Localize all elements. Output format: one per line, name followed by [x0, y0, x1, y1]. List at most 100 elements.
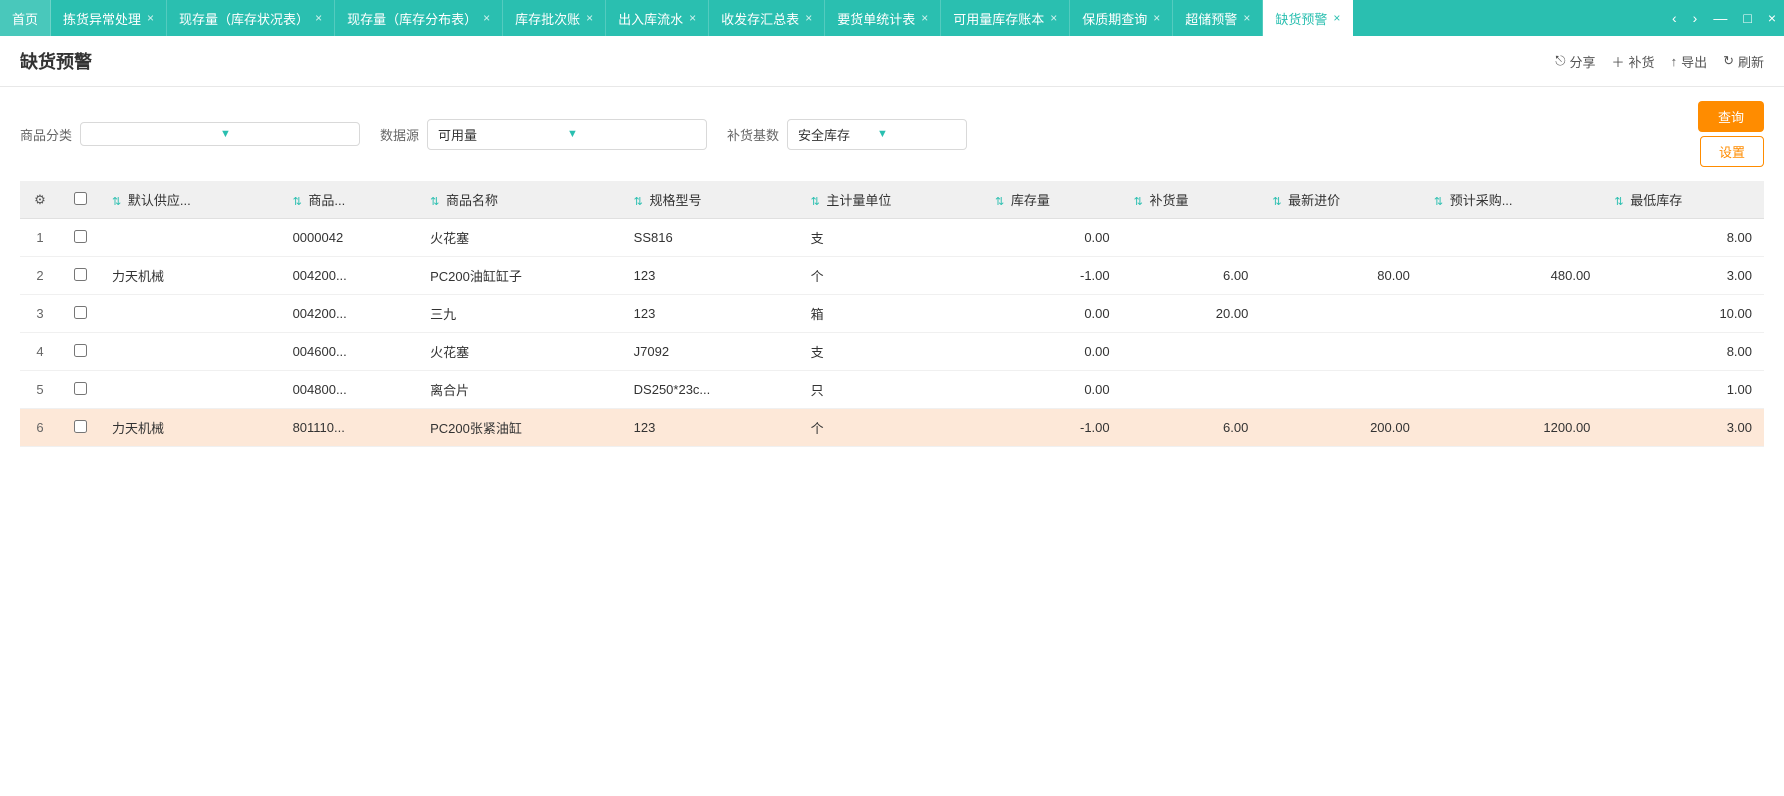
th-min-stock[interactable]: ⇅ 最低库存 — [1602, 181, 1764, 219]
th-latest-price[interactable]: ⇅ 最新进价 — [1260, 181, 1422, 219]
tab-chaochuyujing[interactable]: 超储预警 × — [1173, 0, 1263, 36]
row-unit: 箱 — [799, 295, 983, 333]
main-content: 缺货预警 ⎋ 分享 ＋ 补货 ↑ 导出 ↻ 刷新 商品分类 — [0, 36, 1784, 796]
tab-close-6[interactable]: × — [805, 11, 812, 25]
tab-close-8[interactable]: × — [1050, 11, 1057, 25]
row-stock: -1.00 — [983, 409, 1122, 447]
row-min-stock: 8.00 — [1602, 333, 1764, 371]
sort-code-icon: ⇅ — [293, 196, 302, 208]
row-checkbox[interactable] — [74, 382, 87, 395]
tab-nav-controls: ‹ › — □ × — [1664, 0, 1784, 36]
tab-keyongliang[interactable]: 可用量库存账本 × — [941, 0, 1070, 36]
row-unit: 个 — [799, 257, 983, 295]
tab-close-2[interactable]: × — [315, 11, 322, 25]
row-spec: DS250*23c... — [622, 371, 799, 409]
row-checkbox[interactable] — [74, 420, 87, 433]
row-product-name: 离合片 — [418, 371, 622, 409]
tab-churuku[interactable]: 出入库流水 × — [606, 0, 709, 36]
tab-minimize-btn[interactable]: — — [1705, 0, 1735, 36]
row-checkbox-cell[interactable] — [60, 257, 100, 295]
row-unit: 只 — [799, 371, 983, 409]
query-button[interactable]: 查询 — [1698, 101, 1764, 132]
row-number: 2 — [20, 257, 60, 295]
row-est-purchase — [1422, 295, 1603, 333]
th-stock[interactable]: ⇅ 库存量 — [983, 181, 1122, 219]
refresh-action[interactable]: ↻ 刷新 — [1723, 52, 1764, 71]
row-replenish — [1122, 371, 1261, 409]
replenish-action[interactable]: ＋ 补货 — [1612, 52, 1655, 71]
row-unit: 个 — [799, 409, 983, 447]
share-action[interactable]: ⎋ 分享 — [1555, 52, 1595, 71]
th-spec[interactable]: ⇅ 规格型号 — [622, 181, 799, 219]
tab-close-10[interactable]: × — [1243, 11, 1250, 25]
row-checkbox[interactable] — [74, 306, 87, 319]
sort-supplier-icon: ⇅ — [112, 196, 121, 208]
row-stock: -1.00 — [983, 257, 1122, 295]
row-stock: 0.00 — [983, 371, 1122, 409]
th-supplier[interactable]: ⇅ 默认供应... — [100, 181, 281, 219]
table-row: 4 004600... 火花塞 J7092 支 0.00 8.00 — [20, 333, 1764, 371]
replenish-icon: ＋ — [1612, 52, 1625, 71]
datasource-select[interactable]: 可用量 ▼ — [427, 119, 707, 150]
th-checkbox[interactable] — [60, 181, 100, 219]
select-all-checkbox[interactable] — [74, 192, 87, 205]
row-replenish: 6.00 — [1122, 409, 1261, 447]
tab-shofacun[interactable]: 收发存汇总表 × — [709, 0, 825, 36]
row-checkbox[interactable] — [74, 230, 87, 243]
th-product-code[interactable]: ⇅ 商品... — [281, 181, 419, 219]
row-stock: 0.00 — [983, 295, 1122, 333]
category-select[interactable]: ▼ — [80, 122, 360, 146]
export-icon: ↑ — [1671, 54, 1678, 69]
table-body: 1 0000042 火花塞 SS816 支 0.00 8.00 2 力天机械 0… — [20, 219, 1764, 447]
tab-close-window-btn[interactable]: × — [1760, 0, 1784, 36]
sort-min-icon: ⇅ — [1614, 196, 1623, 208]
th-est-purchase[interactable]: ⇅ 预计采购... — [1422, 181, 1603, 219]
table-row: 6 力天机械 801110... PC200张紧油缸 123 个 -1.00 6… — [20, 409, 1764, 447]
tab-prev-btn[interactable]: ‹ — [1664, 0, 1685, 36]
replenish-basis-select[interactable]: 安全库存 ▼ — [787, 119, 967, 150]
row-checkbox-cell[interactable] — [60, 295, 100, 333]
row-number: 4 — [20, 333, 60, 371]
row-checkbox-cell[interactable] — [60, 219, 100, 257]
row-checkbox[interactable] — [74, 344, 87, 357]
main-table: ⚙ ⇅ 默认供应... ⇅ 商品... ⇅ 商品名称 — [20, 181, 1764, 447]
tab-close-5[interactable]: × — [689, 11, 696, 25]
export-action[interactable]: ↑ 导出 — [1671, 52, 1708, 71]
tab-home[interactable]: 首页 — [0, 0, 51, 36]
tab-quehuo[interactable]: 缺货预警 × — [1263, 0, 1353, 36]
tab-close-11[interactable]: × — [1333, 11, 1340, 25]
tab-close-4[interactable]: × — [586, 11, 593, 25]
th-replenish[interactable]: ⇅ 补货量 — [1122, 181, 1261, 219]
row-product-code: 801110... — [281, 409, 419, 447]
tab-kucunpici[interactable]: 库存批次账 × — [503, 0, 606, 36]
tab-close-1[interactable]: × — [147, 11, 154, 25]
tab-baozhiqi[interactable]: 保质期查询 × — [1070, 0, 1173, 36]
row-product-code: 004200... — [281, 295, 419, 333]
tab-yaohuo[interactable]: 要货单统计表 × — [825, 0, 941, 36]
filter-bar: 商品分类 ▼ 数据源 可用量 ▼ 补货基数 安全库存 ▼ 查询 设置 — [0, 87, 1784, 181]
th-product-name[interactable]: ⇅ 商品名称 — [418, 181, 622, 219]
tab-maximize-btn[interactable]: □ — [1735, 0, 1759, 36]
row-unit: 支 — [799, 219, 983, 257]
page-header: 缺货预警 ⎋ 分享 ＋ 补货 ↑ 导出 ↻ 刷新 — [0, 36, 1784, 87]
settings-gear-icon[interactable]: ⚙ — [34, 192, 46, 207]
tab-jianhuoyichang[interactable]: 拣货异常处理 × — [51, 0, 167, 36]
tab-close-9[interactable]: × — [1153, 11, 1160, 25]
tab-xiancunliang2[interactable]: 现存量（库存分布表） × — [335, 0, 503, 36]
table-header-row: ⚙ ⇅ 默认供应... ⇅ 商品... ⇅ 商品名称 — [20, 181, 1764, 219]
row-checkbox[interactable] — [74, 268, 87, 281]
row-checkbox-cell[interactable] — [60, 371, 100, 409]
sort-replenish-icon: ⇅ — [1134, 196, 1143, 208]
tab-xiancunliang1[interactable]: 现存量（库存状况表） × — [167, 0, 335, 36]
th-settings[interactable]: ⚙ — [20, 181, 60, 219]
row-checkbox-cell[interactable] — [60, 409, 100, 447]
tab-next-btn[interactable]: › — [1685, 0, 1706, 36]
row-spec: 123 — [622, 409, 799, 447]
row-checkbox-cell[interactable] — [60, 333, 100, 371]
th-unit[interactable]: ⇅ 主计量单位 — [799, 181, 983, 219]
settings-button[interactable]: 设置 — [1700, 136, 1764, 167]
tab-close-7[interactable]: × — [921, 11, 928, 25]
tab-close-3[interactable]: × — [483, 11, 490, 25]
row-product-code: 004600... — [281, 333, 419, 371]
row-product-name: PC200张紧油缸 — [418, 409, 622, 447]
